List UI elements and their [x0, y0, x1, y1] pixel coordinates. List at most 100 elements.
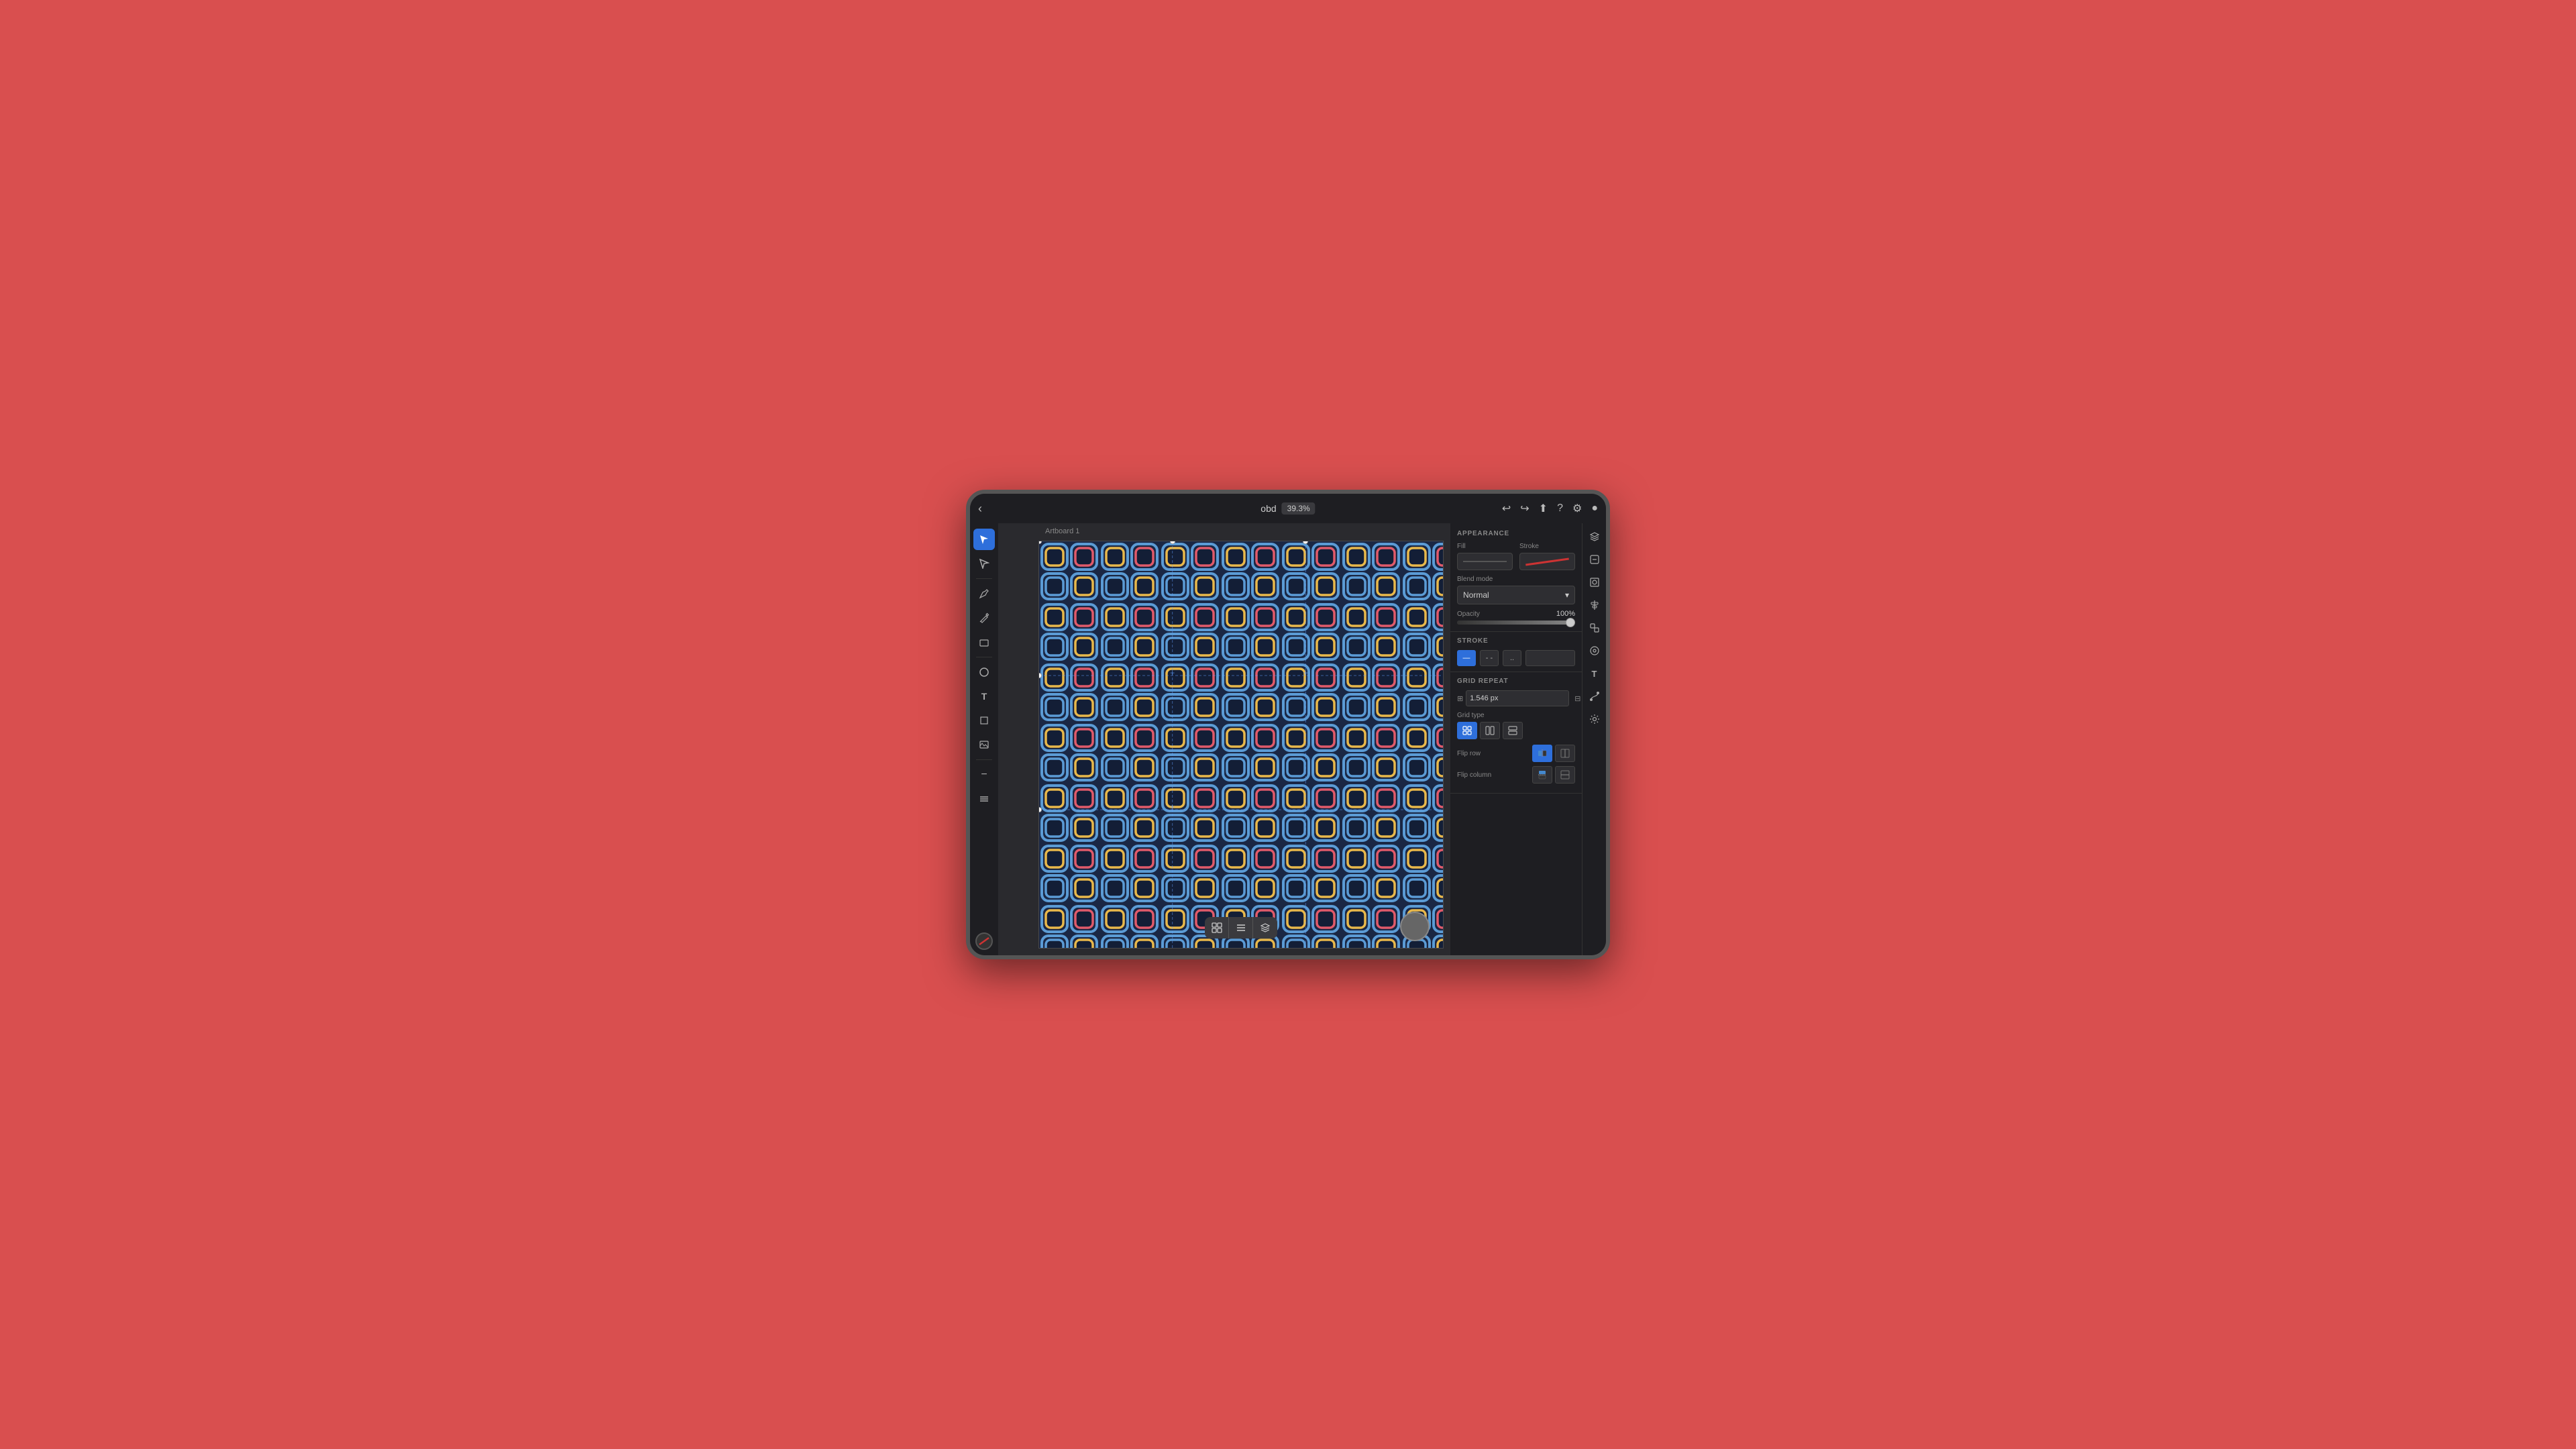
blend-mode-row: Blend mode Normal ▾: [1457, 576, 1575, 604]
path-icon[interactable]: [1585, 687, 1604, 706]
main-content: T − Artboard 1: [970, 523, 1606, 955]
opacity-row: Opacity 100%: [1457, 610, 1575, 625]
pencil-tool[interactable]: [973, 607, 995, 629]
grid-width-icon: ⊞: [1457, 694, 1463, 703]
flip-row-row: Flip row: [1457, 745, 1575, 762]
fill-label: Fill: [1457, 543, 1513, 550]
opacity-slider[interactable]: [1457, 621, 1575, 625]
canvas-list-btn[interactable]: [1229, 917, 1253, 938]
grid-type-grid-btn[interactable]: [1457, 722, 1477, 739]
stroke-item: Stroke: [1519, 543, 1575, 570]
align-tool[interactable]: [973, 788, 995, 810]
fill-item: Fill: [1457, 543, 1513, 570]
stroke-label: Stroke: [1519, 543, 1575, 550]
stroke-controls: — - - ..: [1457, 650, 1575, 666]
direct-select-tool[interactable]: [973, 553, 995, 574]
opacity-thumb[interactable]: [1566, 618, 1575, 627]
tablet-frame: ‹ obd 39.3% ↩ ↪ ⬆ ? ⚙ ●: [966, 490, 1610, 959]
grid-height-icon: ⊟: [1574, 694, 1580, 703]
pen-tool[interactable]: [973, 583, 995, 604]
opacity-label: Opacity: [1457, 610, 1480, 618]
left-toolbar: T −: [970, 523, 998, 955]
flip-row-buttons: [1532, 745, 1575, 762]
fill-swatch[interactable]: [1457, 553, 1513, 570]
fill-stroke-row: Fill Stroke: [1457, 543, 1575, 570]
layers-icon[interactable]: [1585, 527, 1604, 546]
grid-type-row: Grid type: [1457, 712, 1575, 739]
canvas-bottom-toolbar: [1205, 917, 1277, 938]
stroke-color-preview[interactable]: [975, 932, 993, 950]
grid-type-row-btn[interactable]: [1503, 722, 1523, 739]
toolbar-separator-3: [976, 759, 992, 760]
settings-panel-icon[interactable]: [1585, 710, 1604, 729]
appearance-title: APPEARANCE: [1457, 530, 1575, 537]
undo-icon[interactable]: ↩: [1502, 502, 1511, 515]
stroke-section: STROKE — - - ..: [1450, 632, 1582, 672]
fx-icon[interactable]: [1585, 550, 1604, 569]
text-tool[interactable]: T: [973, 686, 995, 707]
flip-col-btn-1[interactable]: [1532, 766, 1552, 784]
back-button[interactable]: ‹: [978, 502, 982, 516]
stroke-indicator: [1525, 557, 1569, 566]
stroke-width-input[interactable]: [1525, 650, 1575, 666]
type-icon[interactable]: T: [1585, 664, 1604, 683]
right-panel: APPEARANCE Fill Stroke: [1450, 523, 1582, 955]
eraser-tool[interactable]: [973, 631, 995, 653]
document-title: obd: [1260, 503, 1276, 514]
appearance-section: APPEARANCE Fill Stroke: [1450, 523, 1582, 632]
help-icon[interactable]: ?: [1557, 502, 1563, 515]
canvas-layers-btn[interactable]: [1253, 917, 1277, 938]
flip-col-btn-2[interactable]: [1555, 766, 1575, 784]
artboard[interactable]: + + + +: [1038, 541, 1444, 949]
flip-row-btn-1[interactable]: [1532, 745, 1552, 762]
stroke-dotted-btn[interactable]: ..: [1503, 650, 1521, 666]
top-bar-right: ↩ ↪ ⬆ ? ⚙ ●: [1502, 502, 1598, 515]
flip-column-label: Flip column: [1457, 771, 1491, 779]
stroke-solid-btn[interactable]: —: [1457, 650, 1476, 666]
grid-width-group: ⊞: [1457, 690, 1569, 706]
image-tool[interactable]: [973, 734, 995, 755]
settings-icon[interactable]: ⚙: [1572, 502, 1582, 515]
grid-type-col-btn[interactable]: [1480, 722, 1500, 739]
toolbar-separator-1: [976, 578, 992, 579]
share-icon[interactable]: ⬆: [1539, 502, 1548, 515]
grid-type-label: Grid type: [1457, 712, 1575, 719]
blend-mode-select[interactable]: Normal ▾: [1457, 586, 1575, 604]
image-trace-icon[interactable]: [1585, 573, 1604, 592]
minus-tool[interactable]: −: [973, 764, 995, 786]
zoom-level: 39.3%: [1287, 504, 1310, 513]
grid-repeat-section: GRID REPEAT ⊞ ⊟ Grid type: [1450, 672, 1582, 794]
grid-values-row: ⊞ ⊟: [1457, 690, 1575, 706]
blend-mode-chevron: ▾: [1565, 590, 1569, 600]
export-icon[interactable]: [1585, 641, 1604, 660]
transform-icon[interactable]: [1585, 619, 1604, 637]
blend-mode-value: Normal: [1463, 590, 1489, 600]
top-bar: ‹ obd 39.3% ↩ ↪ ⬆ ? ⚙ ●: [970, 494, 1606, 523]
top-bar-center: obd 39.3%: [1260, 502, 1315, 515]
stroke-section-title: STROKE: [1457, 637, 1575, 645]
top-bar-left: ‹: [978, 502, 982, 516]
stroke-swatch[interactable]: [1519, 553, 1575, 570]
grid-repeat-title: GRID REPEAT: [1457, 678, 1575, 685]
crop-tool[interactable]: [973, 710, 995, 731]
profile-icon[interactable]: ●: [1591, 502, 1598, 515]
select-tool[interactable]: [973, 529, 995, 550]
stroke-dashed-btn[interactable]: - -: [1480, 650, 1499, 666]
canvas-area[interactable]: Artboard 1: [998, 523, 1450, 955]
opacity-value: 100%: [1556, 610, 1575, 618]
redo-icon[interactable]: ↪: [1520, 502, 1529, 515]
ellipse-tool[interactable]: [973, 661, 995, 683]
floating-circle-handle[interactable]: [1400, 912, 1430, 941]
artboard-label: Artboard 1: [1045, 527, 1079, 535]
opacity-track: [1457, 621, 1575, 625]
flip-row-btn-2[interactable]: [1555, 745, 1575, 762]
grid-height-group: ⊟: [1574, 690, 1582, 706]
canvas-grid-btn[interactable]: [1205, 917, 1229, 938]
flip-column-row: Flip column: [1457, 766, 1575, 784]
grid-width-input[interactable]: [1466, 690, 1569, 706]
flip-row-label: Flip row: [1457, 750, 1481, 757]
blend-mode-label: Blend mode: [1457, 576, 1575, 583]
align-distribute-icon[interactable]: [1585, 596, 1604, 614]
opacity-header: Opacity 100%: [1457, 610, 1575, 618]
zoom-badge[interactable]: 39.3%: [1282, 502, 1316, 515]
